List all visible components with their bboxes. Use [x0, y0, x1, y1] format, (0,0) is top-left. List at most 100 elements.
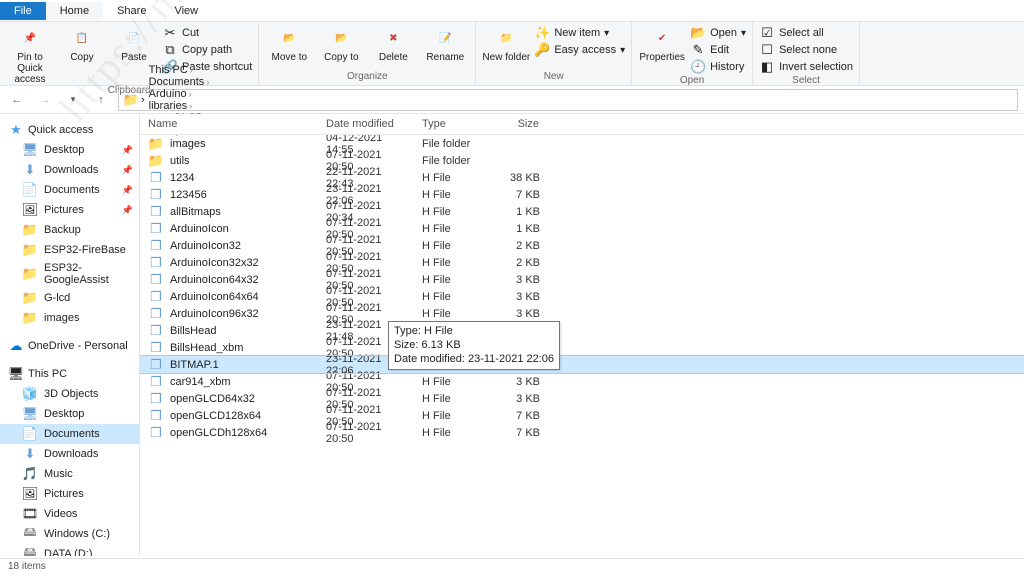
file-icon: ❐ — [148, 340, 164, 356]
sidebar-item[interactable]: 🧊3D Objects — [0, 384, 139, 404]
file-row[interactable]: ❐ArduinoIcon32x3207-11-2021 20:50H File2… — [140, 254, 1024, 271]
file-row[interactable]: 📁images04-12-2021 14:55File folder — [140, 135, 1024, 152]
sidebar-item[interactable]: 📁G-lcd — [0, 288, 139, 308]
item-icon: 🖼 — [22, 486, 38, 502]
sidebar-item[interactable]: ⬇Downloads — [0, 444, 139, 464]
tab-home[interactable]: Home — [46, 2, 103, 20]
item-icon: 🖴 — [22, 526, 38, 542]
up-button[interactable]: ↑ — [90, 89, 112, 111]
sidebar-item[interactable]: 📁ESP32-FireBase — [0, 240, 139, 260]
paste-button[interactable]: 📄Paste — [110, 24, 158, 63]
file-row[interactable]: ❐12345623-11-2021 22:06H File7 KB — [140, 186, 1024, 203]
easy-access-button[interactable]: 🔑Easy access ▾ — [534, 42, 625, 58]
file-row[interactable]: ❐ArduinoIcon64x3207-11-2021 20:50H File3… — [140, 271, 1024, 288]
select-all-button[interactable]: ☑Select all — [759, 25, 853, 41]
chevron-right-icon[interactable]: › — [189, 101, 192, 111]
chevron-right-icon[interactable]: › — [190, 65, 193, 75]
folder-icon: 📁 — [148, 136, 164, 152]
file-row[interactable]: ❐123422-11-2021 22:43H File38 KB — [140, 169, 1024, 186]
file-row[interactable]: ❐ArduinoIcon3207-11-2021 20:50H File2 KB — [140, 237, 1024, 254]
sidebar-item[interactable]: 📁Backup — [0, 220, 139, 240]
file-row[interactable]: ❐ArduinoIcon07-11-2021 20:50H File1 KB — [140, 220, 1024, 237]
tab-share[interactable]: Share — [103, 2, 160, 20]
file-row[interactable]: ❐allBitmaps07-11-2021 20:34H File1 KB — [140, 203, 1024, 220]
column-size[interactable]: Size — [492, 114, 548, 134]
open-button[interactable]: 📂Open ▾ — [690, 25, 746, 41]
file-row[interactable]: ❐BillsHead_xbm07-11-2021 20:50H File6 KB — [140, 339, 1024, 356]
edit-icon: ✎ — [690, 42, 706, 58]
sidebar-item[interactable]: ⬇Downloads📌 — [0, 160, 139, 180]
pin-icon: 📌 — [122, 185, 133, 196]
breadcrumb-item[interactable]: This PC› — [147, 64, 212, 76]
file-row[interactable]: ❐BillsHead23-11-2021 21:48H File2 KB — [140, 322, 1024, 339]
copy-to-button[interactable]: 📂Copy to — [317, 24, 365, 63]
recent-button[interactable]: ▾ — [62, 89, 84, 111]
breadcrumb-item[interactable]: libraries› — [147, 100, 212, 112]
sidebar-item[interactable]: 📄Documents📌 — [0, 180, 139, 200]
file-row[interactable]: 📁utils07-11-2021 20:50File folder — [140, 152, 1024, 169]
item-icon: 📁 — [22, 242, 38, 258]
file-row[interactable]: ❐car914_xbm07-11-2021 20:50H File3 KB — [140, 373, 1024, 390]
copy-path-icon: ⧉ — [162, 42, 178, 58]
sidebar-item[interactable]: 🖴Windows (C:) — [0, 524, 139, 544]
chevron-right-icon[interactable]: › — [206, 77, 209, 87]
sidebar-item[interactable]: 📄Documents — [0, 424, 139, 444]
pin-quick-access-button[interactable]: 📌Pin to Quick access — [6, 24, 54, 85]
tab-file[interactable]: File — [0, 2, 46, 20]
sidebar-item[interactable]: 🖴DATA (D:) — [0, 544, 139, 556]
copy-button[interactable]: 📋Copy — [58, 24, 106, 63]
breadcrumb-item[interactable]: Arduino› — [147, 88, 212, 100]
chevron-right-icon[interactable]: › — [189, 89, 192, 99]
edit-button[interactable]: ✎Edit — [690, 42, 746, 58]
file-row[interactable]: ❐openGLCD64x3207-11-2021 20:50H File3 KB — [140, 390, 1024, 407]
file-row[interactable]: ❐ArduinoIcon96x3207-11-2021 20:50H File3… — [140, 305, 1024, 322]
this-pc-header[interactable]: 🖥This PC — [0, 364, 139, 384]
cut-button[interactable]: ✂Cut — [162, 25, 252, 41]
star-icon: ★ — [8, 122, 24, 138]
delete-button[interactable]: ✖Delete — [369, 24, 417, 63]
sidebar-item[interactable]: 🎞Videos — [0, 504, 139, 524]
file-row[interactable]: ❐ArduinoIcon64x6407-11-2021 20:50H File3… — [140, 288, 1024, 305]
sidebar-item[interactable]: 🖼Pictures — [0, 484, 139, 504]
new-folder-button[interactable]: 📁New folder — [482, 24, 530, 63]
chevron-right-icon[interactable]: › — [141, 94, 145, 106]
file-row[interactable]: ❐openGLCD128x6407-11-2021 20:50H File7 K… — [140, 407, 1024, 424]
move-to-button[interactable]: 📂Move to — [265, 24, 313, 63]
column-name[interactable]: Name — [140, 114, 318, 134]
folder-icon: 📁 — [123, 92, 139, 108]
quick-access-header[interactable]: ★Quick access — [0, 120, 139, 140]
onedrive-header[interactable]: ☁OneDrive - Personal — [0, 336, 139, 356]
column-date[interactable]: Date modified — [318, 114, 414, 134]
file-row[interactable]: ❐BITMAP.123-11-2021 22:06H File7 KB — [140, 356, 1024, 373]
history-button[interactable]: 🕘History — [690, 59, 746, 75]
sidebar-item[interactable]: 📁images — [0, 308, 139, 328]
rename-button[interactable]: 📝Rename — [421, 24, 469, 63]
column-type[interactable]: Type — [414, 114, 492, 134]
new-item-icon: ✨ — [534, 25, 550, 41]
sidebar-item[interactable]: 📁ESP32-GoogleAssist — [0, 260, 139, 288]
back-button[interactable]: ← — [6, 89, 28, 111]
invert-selection-button[interactable]: ◧Invert selection — [759, 59, 853, 75]
file-icon: ❐ — [148, 170, 164, 186]
address-bar: ← → ▾ ↑ 📁 › This PC›Documents›Arduino›li… — [0, 86, 1024, 114]
sidebar-item[interactable]: 🎵Music — [0, 464, 139, 484]
properties-button[interactable]: ✔Properties — [638, 24, 686, 63]
breadcrumb-item[interactable]: Documents› — [147, 76, 212, 88]
breadcrumb[interactable]: 📁 › This PC›Documents›Arduino›libraries›… — [118, 89, 1018, 111]
item-icon: 🖥 — [22, 406, 38, 422]
sidebar-item[interactable]: 🖥Desktop — [0, 404, 139, 424]
select-none-icon: ☐ — [759, 42, 775, 58]
forward-button[interactable]: → — [34, 89, 56, 111]
file-icon: ❐ — [148, 323, 164, 339]
select-none-button[interactable]: ☐Select none — [759, 42, 853, 58]
item-icon: 📄 — [22, 182, 38, 198]
file-icon: ❐ — [148, 357, 164, 373]
file-row[interactable]: ❐openGLCDh128x6407-11-2021 20:50H File7 … — [140, 424, 1024, 441]
sidebar-item[interactable]: 🖥Desktop📌 — [0, 140, 139, 160]
tab-view[interactable]: View — [160, 2, 212, 20]
sidebar-item[interactable]: 🖼Pictures📌 — [0, 200, 139, 220]
item-icon: 📁 — [22, 266, 38, 282]
new-item-button[interactable]: ✨New item ▾ — [534, 25, 625, 41]
file-icon: ❐ — [148, 289, 164, 305]
copy-path-button[interactable]: ⧉Copy path — [162, 42, 252, 58]
